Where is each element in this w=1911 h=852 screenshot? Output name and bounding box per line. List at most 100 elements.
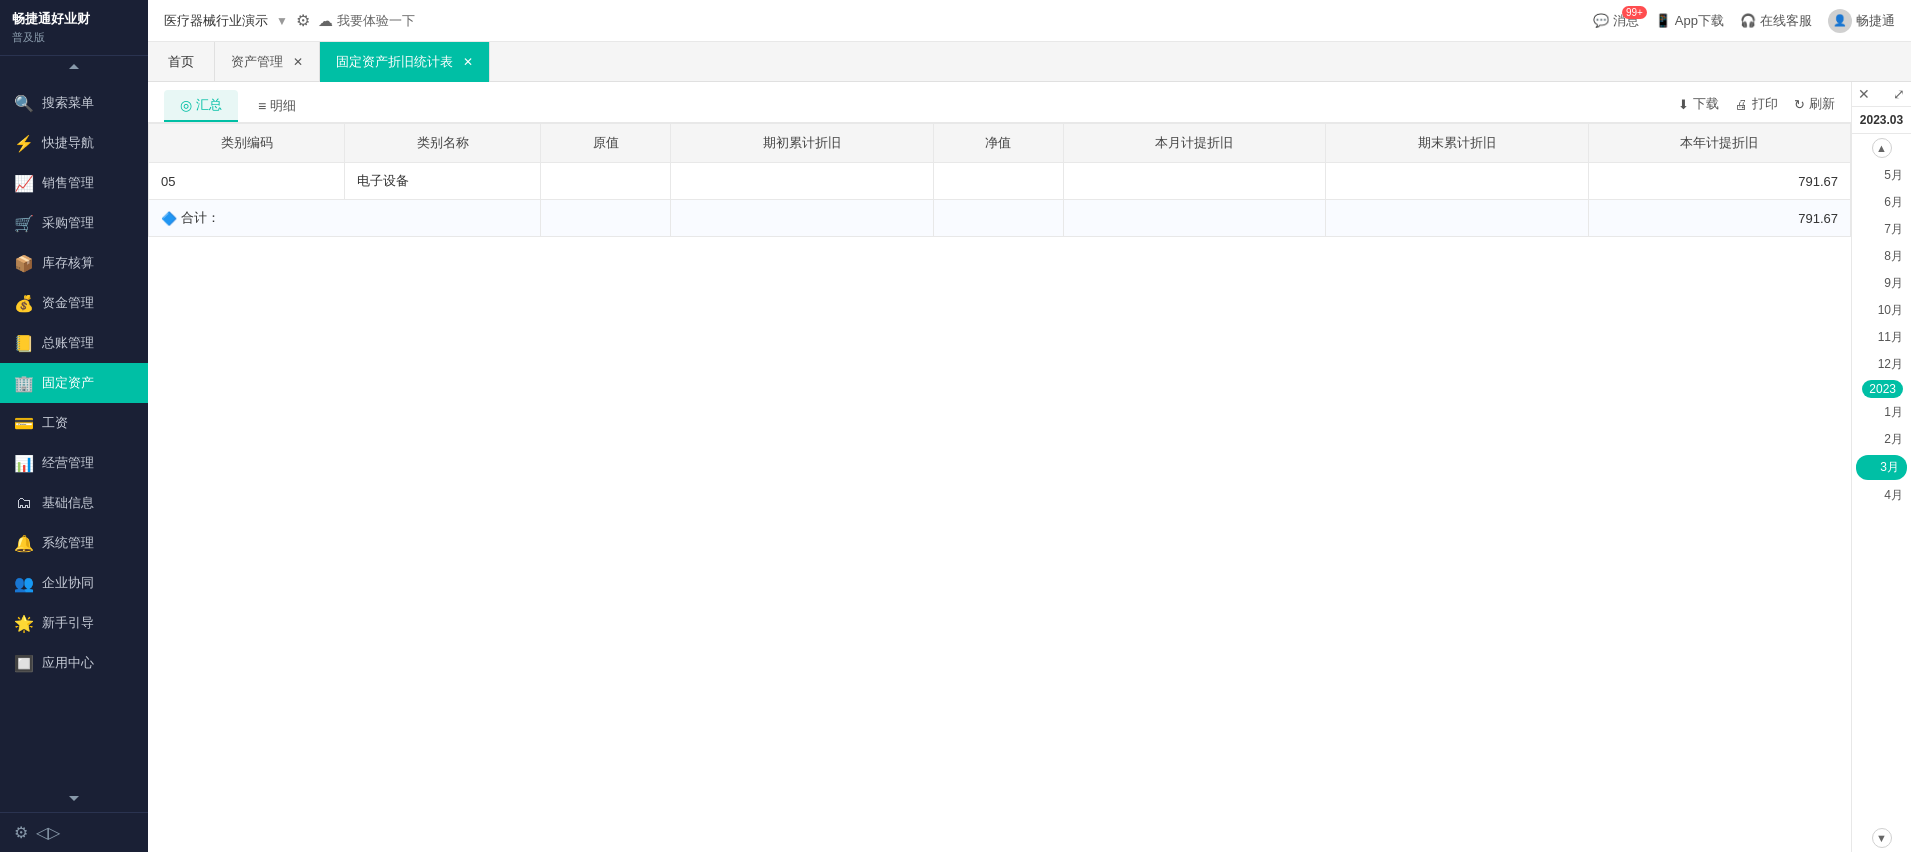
date-nav-down[interactable]: ▼ <box>1852 824 1911 852</box>
experience-btn[interactable]: ☁ 我要体验一下 <box>318 12 415 30</box>
tab-home[interactable]: 首页 <box>148 42 215 82</box>
purchase-icon: 🛒 <box>14 213 34 233</box>
print-icon: 🖨 <box>1735 97 1748 112</box>
sidebar-item-collab[interactable]: 👥 企业协同 <box>0 563 148 603</box>
date-month-2023-3[interactable]: 3月 <box>1856 455 1907 480</box>
col-name: 类别名称 <box>345 124 541 163</box>
sidebar-item-fixed-asset[interactable]: 🏢 固定资产 <box>0 363 148 403</box>
username: 畅捷通 <box>1856 12 1895 30</box>
sidebar-item-label: 应用中心 <box>42 654 94 672</box>
col-ending-accum: 期末累计折旧 <box>1326 124 1588 163</box>
company-chevron-icon[interactable]: ▼ <box>276 14 288 28</box>
sidebar-bottom: ⚙ ◁▷ <box>0 812 148 852</box>
tab-asset-mgmt-label: 资产管理 <box>231 53 283 71</box>
app-download-btn[interactable]: 📱 App下载 <box>1655 12 1724 30</box>
collapse-icon[interactable]: ◁▷ <box>36 823 60 842</box>
basic-icon: 🗂 <box>14 493 34 513</box>
date-month-2023-4[interactable]: 4月 <box>1852 482 1911 509</box>
sidebar-item-inventory[interactable]: 📦 库存核算 <box>0 243 148 283</box>
sidebar-item-ledger[interactable]: 📒 总账管理 <box>0 323 148 363</box>
date-month-8[interactable]: 8月 <box>1852 243 1911 270</box>
download-btn[interactable]: ⬇ 下载 <box>1678 95 1719 113</box>
sidebar-item-label: 经营管理 <box>42 454 94 472</box>
date-nav-up[interactable]: ▲ <box>1852 134 1911 162</box>
sidebar-item-payroll[interactable]: 💳 工资 <box>0 403 148 443</box>
date-month-2023-2[interactable]: 2月 <box>1852 426 1911 453</box>
sidebar-item-basic[interactable]: 🗂 基础信息 <box>0 483 148 523</box>
total-annual: 791.67 <box>1588 200 1850 237</box>
cell-monthly <box>1063 163 1325 200</box>
topbar-settings-icon[interactable]: ⚙ <box>296 11 310 30</box>
date-panel-expand-btn[interactable]: ⤢ <box>1893 86 1905 102</box>
year-badge[interactable]: 2023 <box>1862 380 1903 398</box>
date-scroll: 5月 6月 7月 8月 9月 10月 11月 12月 2023 1月 2月 3月… <box>1852 162 1911 824</box>
date-month-10[interactable]: 10月 <box>1852 297 1911 324</box>
cell-code: 05 <box>149 163 345 200</box>
content-main: ◎ 汇总 ≡ 明细 ⬇ 下载 🖨 打印 <box>148 82 1851 852</box>
tab-depreciation[interactable]: 固定资产折旧统计表 ✕ <box>320 42 490 82</box>
main-area: 医疗器械行业演示 ▼ ⚙ ☁ 我要体验一下 💬 消息 99+ 📱 App下载 🎧… <box>148 0 1911 852</box>
date-panel-close-btn[interactable]: ✕ <box>1858 86 1870 102</box>
date-month-6[interactable]: 6月 <box>1852 189 1911 216</box>
down-circle-btn[interactable]: ▼ <box>1872 828 1892 848</box>
sidebar-item-label: 系统管理 <box>42 534 94 552</box>
date-month-9[interactable]: 9月 <box>1852 270 1911 297</box>
sidebar: 畅捷通好业财 普及版 🔍 搜索菜单 ⚡ 快捷导航 📈 销售管理 🛒 采购管理 📦… <box>0 0 148 852</box>
ledger-icon: 📒 <box>14 333 34 353</box>
total-ending-accum <box>1326 200 1588 237</box>
date-month-2023-1[interactable]: 1月 <box>1852 399 1911 426</box>
sidebar-item-system[interactable]: 🔔 系统管理 <box>0 523 148 563</box>
service-icon: 🎧 <box>1740 13 1756 28</box>
tab-depreciation-close[interactable]: ✕ <box>463 55 473 69</box>
sidebar-item-purchase[interactable]: 🛒 采购管理 <box>0 203 148 243</box>
date-month-7[interactable]: 7月 <box>1852 216 1911 243</box>
refresh-btn[interactable]: ↻ 刷新 <box>1794 95 1835 113</box>
sidebar-item-sales[interactable]: 📈 销售管理 <box>0 163 148 203</box>
topbar: 医疗器械行业演示 ▼ ⚙ ☁ 我要体验一下 💬 消息 99+ 📱 App下载 🎧… <box>148 0 1911 42</box>
payroll-icon: 💳 <box>14 413 34 433</box>
total-original <box>541 200 671 237</box>
settings-icon[interactable]: ⚙ <box>14 823 28 842</box>
company-name: 医疗器械行业演示 <box>164 12 268 30</box>
app-download-label: App下载 <box>1675 12 1724 30</box>
up-circle-btn[interactable]: ▲ <box>1872 138 1892 158</box>
quick-nav-icon: ⚡ <box>14 133 34 153</box>
print-btn[interactable]: 🖨 打印 <box>1735 95 1778 113</box>
date-month-11[interactable]: 11月 <box>1852 324 1911 351</box>
sidebar-item-label: 销售管理 <box>42 174 94 192</box>
cell-annual: 791.67 <box>1588 163 1850 200</box>
sidebar-item-guide[interactable]: 🌟 新手引导 <box>0 603 148 643</box>
user-area[interactable]: 👤 畅捷通 <box>1828 9 1895 33</box>
cloud-icon: ☁ <box>318 12 333 30</box>
tab-asset-mgmt-close[interactable]: ✕ <box>293 55 303 69</box>
sidebar-item-apps[interactable]: 🔲 应用中心 <box>0 643 148 683</box>
sidebar-item-search[interactable]: 🔍 搜索菜单 <box>0 83 148 123</box>
app-version: 普及版 <box>12 30 136 45</box>
download-icon: ⬇ <box>1678 97 1689 112</box>
date-month-5[interactable]: 5月 <box>1852 162 1911 189</box>
message-btn[interactable]: 💬 消息 99+ <box>1593 12 1639 30</box>
sidebar-scroll-up[interactable] <box>0 56 148 83</box>
tab-home-label: 首页 <box>168 53 194 71</box>
inner-tab-summary[interactable]: ◎ 汇总 <box>164 90 238 122</box>
total-initial-accum <box>671 200 933 237</box>
col-annual: 本年计提折旧 <box>1588 124 1850 163</box>
sidebar-scroll-down[interactable] <box>0 785 148 812</box>
online-service-btn[interactable]: 🎧 在线客服 <box>1740 12 1812 30</box>
date-month-12[interactable]: 12月 <box>1852 351 1911 378</box>
sidebar-item-ops[interactable]: 📊 经营管理 <box>0 443 148 483</box>
tab-asset-mgmt[interactable]: 资产管理 ✕ <box>215 42 320 82</box>
inner-tabs: ◎ 汇总 ≡ 明细 ⬇ 下载 🖨 打印 <box>148 82 1851 123</box>
cell-initial-accum <box>671 163 933 200</box>
inner-tab-detail[interactable]: ≡ 明细 <box>242 91 312 121</box>
sidebar-item-label: 库存核算 <box>42 254 94 272</box>
sidebar-item-quick-nav[interactable]: ⚡ 快捷导航 <box>0 123 148 163</box>
table-total-row: 🔷 合计： 791.67 <box>149 200 1851 237</box>
table-row: 05 电子设备 791.67 <box>149 163 1851 200</box>
sidebar-item-label: 新手引导 <box>42 614 94 632</box>
collab-icon: 👥 <box>14 573 34 593</box>
cell-original <box>541 163 671 200</box>
col-original: 原值 <box>541 124 671 163</box>
sidebar-item-label: 快捷导航 <box>42 134 94 152</box>
sidebar-item-finance[interactable]: 💰 资金管理 <box>0 283 148 323</box>
